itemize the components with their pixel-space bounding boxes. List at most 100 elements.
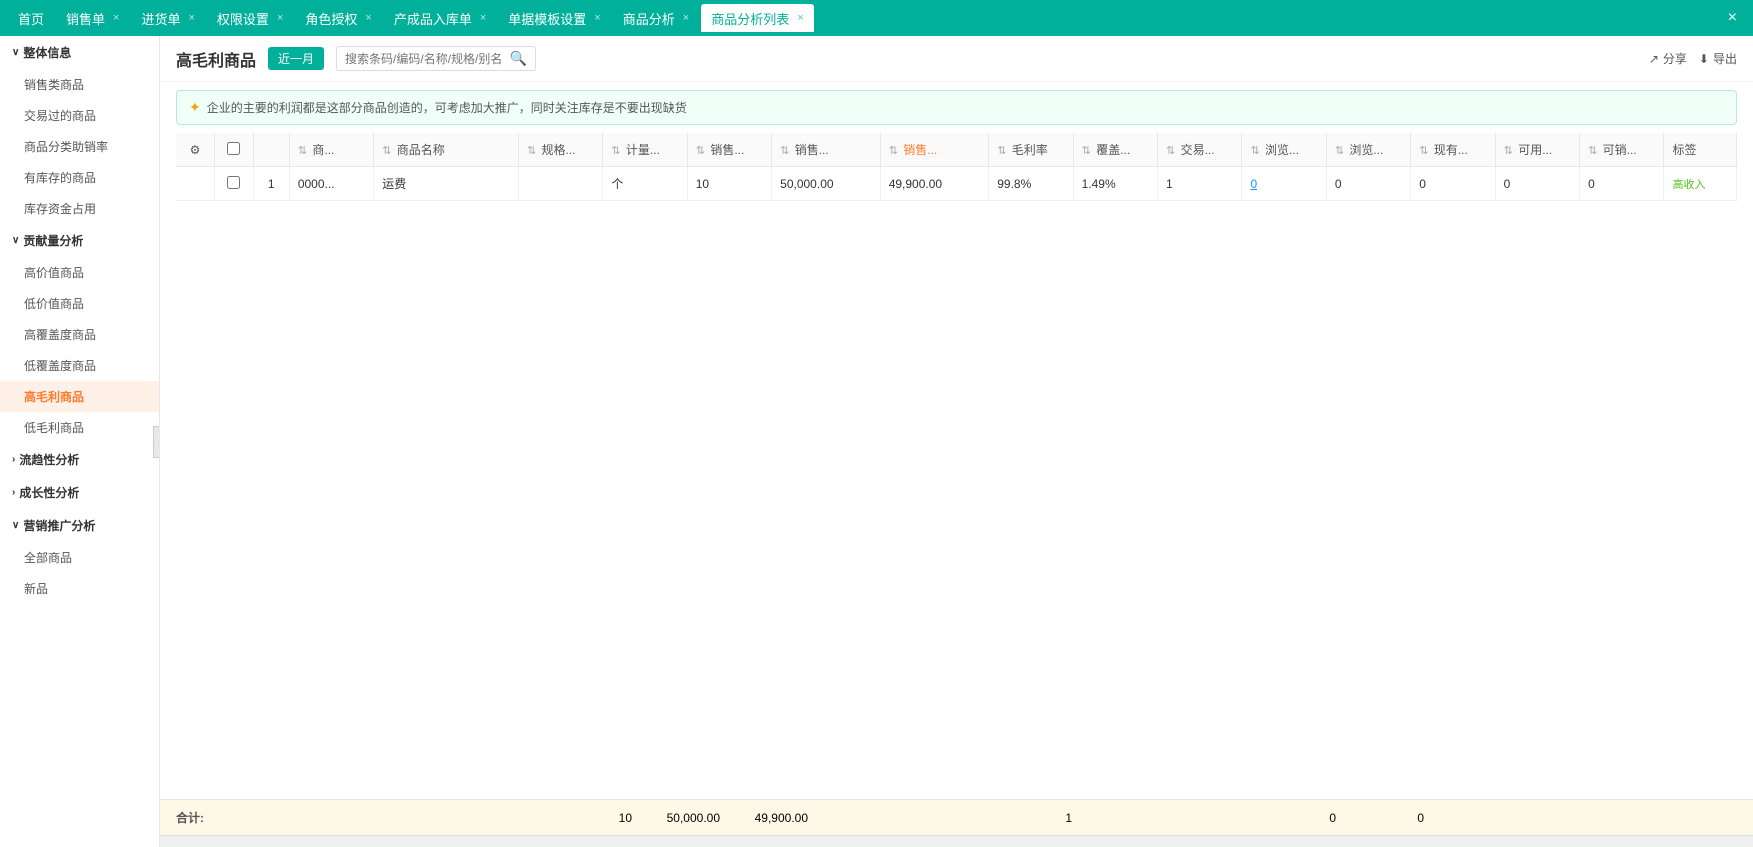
cell-unit: 个	[603, 167, 687, 201]
cell-sales-qty: 10	[687, 167, 771, 201]
sidebar-item-category-rate[interactable]: 商品分类助销率	[0, 131, 159, 162]
col-browse1[interactable]: ⇅ 浏览...	[1242, 133, 1326, 167]
col-sales-profit[interactable]: ⇅ 销售...	[880, 133, 989, 167]
cell-tag: 高收入	[1664, 167, 1737, 201]
col-coverage[interactable]: ⇅ 覆盖...	[1073, 133, 1157, 167]
sidebar-group-overall[interactable]: ∨ 整体信息	[0, 36, 159, 69]
sort-icon-6: ⇅	[780, 145, 789, 157]
arrow-right-icon-2: ›	[12, 487, 15, 498]
sidebar-item-sales-goods[interactable]: 销售类商品	[0, 69, 159, 100]
footer-summary: 合计: 10 50,000.00 49,900.00 1 0 0	[160, 799, 1753, 835]
table-container[interactable]: ⚙ ⇅ 商... ⇅ 商品名称	[176, 133, 1737, 799]
nav-product-analysis[interactable]: 商品分析 ×	[613, 4, 699, 32]
sidebar-group-contribution[interactable]: ∨ 贡献量分析	[0, 224, 159, 257]
col-available[interactable]: ⇅ 可用...	[1495, 133, 1579, 167]
col-transaction[interactable]: ⇅ 交易...	[1158, 133, 1242, 167]
cell-sales-profit: 49,900.00	[880, 167, 989, 201]
sidebar-item-stocked-goods[interactable]: 有库存的商品	[0, 162, 159, 193]
top-nav: 首页 销售单 × 进货单 × 权限设置 × 角色授权 × 产成品入库单 × 单据…	[0, 0, 1753, 36]
header-actions: ↗ 分享 ⬇ 导出	[1649, 50, 1737, 67]
sort-icon-7: ⇅	[889, 145, 898, 157]
sidebar-item-low-margin[interactable]: 低毛利商品	[0, 412, 159, 443]
sidebar-item-high-coverage[interactable]: 高覆盖度商品	[0, 319, 159, 350]
col-current-stock[interactable]: ⇅ 现有...	[1411, 133, 1495, 167]
arrow-down-icon: ∨	[12, 47, 19, 58]
sidebar-group-trend[interactable]: › 流趋性分析	[0, 443, 159, 476]
sort-icon-8: ⇅	[997, 145, 1006, 157]
sidebar-item-traded-goods[interactable]: 交易过的商品	[0, 100, 159, 131]
sidebar-group-growth[interactable]: › 成长性分析	[0, 476, 159, 509]
nav-product-analysis-list[interactable]: 商品分析列表 ×	[701, 4, 813, 32]
cell-checkbox	[215, 167, 254, 201]
settings-icon: ⚙	[190, 143, 201, 157]
col-tag: 标签	[1664, 133, 1737, 167]
close-template-settings-icon[interactable]: ×	[594, 12, 600, 24]
col-sales-qty[interactable]: ⇅ 销售...	[687, 133, 771, 167]
cell-transaction: 1	[1158, 167, 1242, 201]
col-rownum	[253, 133, 289, 167]
footer-current-stock: 0	[1264, 811, 1344, 825]
close-product-analysis-icon[interactable]: ×	[683, 12, 689, 24]
col-settings[interactable]: ⚙	[176, 133, 215, 167]
horizontal-scrollbar[interactable]	[160, 835, 1753, 847]
sidebar-item-new-goods[interactable]: 新品	[0, 573, 159, 604]
close-product-warehouse-icon[interactable]: ×	[480, 12, 486, 24]
cell-gross-margin: 99.8%	[989, 167, 1073, 201]
footer-transaction: 1	[1000, 811, 1080, 825]
nav-role-auth[interactable]: 角色授权 ×	[295, 4, 381, 32]
sidebar: « ∨ 整体信息 销售类商品 交易过的商品 商品分类助销率 有库存的商品 库存资…	[0, 36, 160, 847]
row-checkbox[interactable]	[227, 176, 240, 189]
sidebar-collapse-button[interactable]: «	[153, 426, 160, 458]
nav-home[interactable]: 首页	[8, 4, 54, 32]
cell-sales-amount: 50,000.00	[772, 167, 881, 201]
close-product-analysis-list-icon[interactable]: ×	[797, 12, 803, 24]
col-checkbox	[215, 133, 254, 167]
close-sales-order-icon[interactable]: ×	[113, 12, 119, 24]
sidebar-item-low-coverage[interactable]: 低覆盖度商品	[0, 350, 159, 381]
nav-purchase-order[interactable]: 进货单 ×	[131, 4, 204, 32]
nav-sales-order[interactable]: 销售单 ×	[56, 4, 129, 32]
time-filter-button[interactable]: 近一月	[268, 47, 324, 70]
nav-permission-settings[interactable]: 权限设置 ×	[207, 4, 293, 32]
close-role-auth-icon[interactable]: ×	[365, 12, 371, 24]
arrow-down-icon-3: ∨	[12, 520, 19, 531]
col-sales-amount[interactable]: ⇅ 销售...	[772, 133, 881, 167]
col-sellable[interactable]: ⇅ 可销...	[1580, 133, 1664, 167]
select-all-checkbox[interactable]	[227, 142, 240, 155]
cell-browse1[interactable]: 0	[1242, 167, 1326, 201]
sort-icon-15: ⇅	[1588, 145, 1597, 157]
sidebar-group-marketing[interactable]: ∨ 营销推广分析	[0, 509, 159, 542]
col-spec[interactable]: ⇅ 规格...	[518, 133, 602, 167]
cell-sellable: 0	[1580, 167, 1664, 201]
close-purchase-order-icon[interactable]: ×	[188, 12, 194, 24]
nav-template-settings[interactable]: 单据模板设置 ×	[498, 4, 610, 32]
cell-code: 0000...	[289, 167, 373, 201]
sort-icon: ⇅	[298, 145, 307, 157]
sidebar-item-stock-capital[interactable]: 库存资金占用	[0, 193, 159, 224]
search-icon-button[interactable]: 🔍	[510, 50, 527, 67]
sidebar-item-high-margin[interactable]: 高毛利商品	[0, 381, 159, 412]
close-all-button[interactable]: ×	[1720, 9, 1745, 27]
sort-icon-5: ⇅	[696, 145, 705, 157]
sort-icon-14: ⇅	[1504, 145, 1513, 157]
sort-icon-3: ⇅	[527, 145, 536, 157]
data-table: ⚙ ⇅ 商... ⇅ 商品名称	[176, 133, 1737, 201]
sort-icon-12: ⇅	[1335, 145, 1344, 157]
col-unit[interactable]: ⇅ 计量...	[603, 133, 687, 167]
nav-product-warehouse[interactable]: 产成品入库单 ×	[384, 4, 496, 32]
search-input[interactable]	[345, 52, 504, 66]
sort-icon-10: ⇅	[1166, 145, 1175, 157]
sidebar-item-high-value[interactable]: 高价值商品	[0, 257, 159, 288]
col-name[interactable]: ⇅ 商品名称	[374, 133, 519, 167]
sidebar-item-all-goods[interactable]: 全部商品	[0, 542, 159, 573]
table-row: 1 0000... 运费 个 10 50,000.00 49,900.00 99…	[176, 167, 1737, 201]
export-button[interactable]: ⬇ 导出	[1699, 50, 1737, 67]
share-button[interactable]: ↗ 分享	[1649, 50, 1687, 67]
col-code[interactable]: ⇅ 商...	[289, 133, 373, 167]
star-icon: ✦	[189, 99, 201, 116]
close-permission-settings-icon[interactable]: ×	[277, 12, 283, 24]
sidebar-item-low-value[interactable]: 低价值商品	[0, 288, 159, 319]
col-gross-margin[interactable]: ⇅ 毛利率	[989, 133, 1073, 167]
col-browse2[interactable]: ⇅ 浏览...	[1326, 133, 1410, 167]
sort-icon-13: ⇅	[1419, 145, 1428, 157]
